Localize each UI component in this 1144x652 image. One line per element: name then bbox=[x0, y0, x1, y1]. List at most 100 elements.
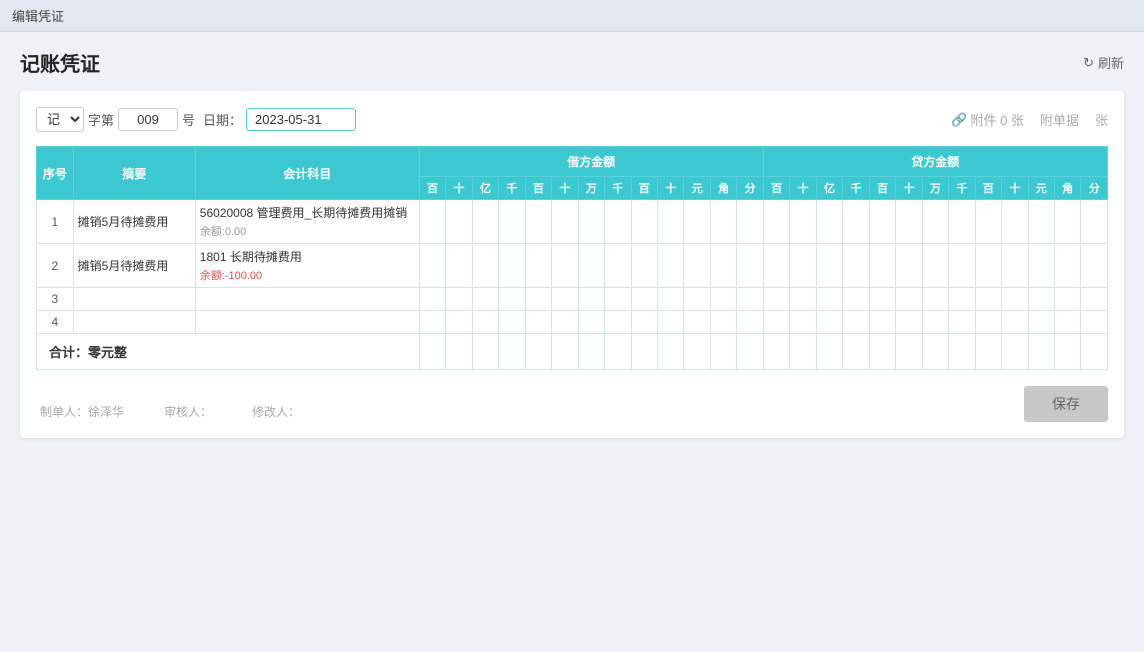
row-1-credit-5[interactable] bbox=[896, 244, 922, 288]
row-2-credit-1[interactable] bbox=[790, 288, 816, 311]
row-3-debit-2[interactable] bbox=[472, 311, 498, 334]
row-3-debit-4[interactable] bbox=[525, 311, 551, 334]
row-0-debit-8[interactable] bbox=[631, 200, 657, 244]
row-2-credit-10[interactable] bbox=[1028, 288, 1054, 311]
row-2-debit-3[interactable] bbox=[499, 288, 525, 311]
row-3-credit-4[interactable] bbox=[869, 311, 895, 334]
row-3-credit-12[interactable] bbox=[1081, 311, 1108, 334]
row-3-debit-8[interactable] bbox=[631, 311, 657, 334]
save-button[interactable]: 保存 bbox=[1024, 386, 1108, 422]
row-2-credit-3[interactable] bbox=[843, 288, 869, 311]
row-2-credit-5[interactable] bbox=[896, 288, 922, 311]
row-3-account[interactable] bbox=[195, 311, 419, 334]
row-2-debit-11[interactable] bbox=[710, 288, 736, 311]
row-3-credit-11[interactable] bbox=[1055, 311, 1081, 334]
row-0-account[interactable]: 56020008 管理费用_长期待摊费用摊销余额:0.00 bbox=[195, 200, 419, 244]
row-2-debit-2[interactable] bbox=[472, 288, 498, 311]
row-3-credit-7[interactable] bbox=[949, 311, 975, 334]
row-3-debit-9[interactable] bbox=[657, 311, 683, 334]
row-0-credit-7[interactable] bbox=[949, 200, 975, 244]
row-2-credit-6[interactable] bbox=[922, 288, 948, 311]
row-1-account[interactable]: 1801 长期待摊费用余额:-100.00 bbox=[195, 244, 419, 288]
row-3-debit-0[interactable] bbox=[419, 311, 445, 334]
row-2-debit-5[interactable] bbox=[552, 288, 578, 311]
row-3-credit-1[interactable] bbox=[790, 311, 816, 334]
row-1-debit-7[interactable] bbox=[605, 244, 631, 288]
row-2-credit-2[interactable] bbox=[816, 288, 842, 311]
row-3-credit-9[interactable] bbox=[1002, 311, 1028, 334]
voucher-type-select[interactable]: 记 bbox=[36, 107, 84, 132]
row-3-debit-3[interactable] bbox=[499, 311, 525, 334]
row-3-credit-8[interactable] bbox=[975, 311, 1001, 334]
row-0-credit-5[interactable] bbox=[896, 200, 922, 244]
row-2-credit-9[interactable] bbox=[1002, 288, 1028, 311]
row-2-credit-11[interactable] bbox=[1055, 288, 1081, 311]
row-2-debit-10[interactable] bbox=[684, 288, 710, 311]
row-0-debit-3[interactable] bbox=[499, 200, 525, 244]
row-2-debit-6[interactable] bbox=[578, 288, 604, 311]
row-1-credit-6[interactable] bbox=[922, 244, 948, 288]
row-0-debit-11[interactable] bbox=[710, 200, 736, 244]
row-1-debit-12[interactable] bbox=[737, 244, 763, 288]
row-3-credit-5[interactable] bbox=[896, 311, 922, 334]
row-0-credit-2[interactable] bbox=[816, 200, 842, 244]
row-0-debit-4[interactable] bbox=[525, 200, 551, 244]
row-1-debit-2[interactable] bbox=[472, 244, 498, 288]
row-0-credit-4[interactable] bbox=[869, 200, 895, 244]
row-3-debit-5[interactable] bbox=[552, 311, 578, 334]
row-1-credit-4[interactable] bbox=[869, 244, 895, 288]
row-1-debit-8[interactable] bbox=[631, 244, 657, 288]
row-3-credit-2[interactable] bbox=[816, 311, 842, 334]
row-0-credit-6[interactable] bbox=[922, 200, 948, 244]
row-2-credit-7[interactable] bbox=[949, 288, 975, 311]
row-0-debit-1[interactable] bbox=[446, 200, 472, 244]
row-2-credit-12[interactable] bbox=[1081, 288, 1108, 311]
row-3-debit-7[interactable] bbox=[605, 311, 631, 334]
row-1-debit-9[interactable] bbox=[657, 244, 683, 288]
refresh-button[interactable]: ↻ 刷新 bbox=[1083, 53, 1124, 72]
row-1-debit-4[interactable] bbox=[525, 244, 551, 288]
row-3-credit-3[interactable] bbox=[843, 311, 869, 334]
row-1-debit-1[interactable] bbox=[446, 244, 472, 288]
row-1-credit-8[interactable] bbox=[975, 244, 1001, 288]
row-0-credit-0[interactable] bbox=[763, 200, 789, 244]
row-0-credit-8[interactable] bbox=[975, 200, 1001, 244]
row-1-credit-3[interactable] bbox=[843, 244, 869, 288]
row-2-debit-4[interactable] bbox=[525, 288, 551, 311]
row-2-credit-4[interactable] bbox=[869, 288, 895, 311]
row-2-debit-9[interactable] bbox=[657, 288, 683, 311]
row-1-debit-6[interactable] bbox=[578, 244, 604, 288]
row-3-credit-10[interactable] bbox=[1028, 311, 1054, 334]
row-2-debit-1[interactable] bbox=[446, 288, 472, 311]
row-1-credit-11[interactable] bbox=[1055, 244, 1081, 288]
row-3-debit-1[interactable] bbox=[446, 311, 472, 334]
row-2-debit-0[interactable] bbox=[419, 288, 445, 311]
row-3-summary[interactable] bbox=[73, 311, 195, 334]
row-2-credit-0[interactable] bbox=[763, 288, 789, 311]
row-2-credit-8[interactable] bbox=[975, 288, 1001, 311]
row-1-credit-9[interactable] bbox=[1002, 244, 1028, 288]
row-3-debit-11[interactable] bbox=[710, 311, 736, 334]
row-3-debit-10[interactable] bbox=[684, 311, 710, 334]
row-0-debit-9[interactable] bbox=[657, 200, 683, 244]
row-0-credit-10[interactable] bbox=[1028, 200, 1054, 244]
row-0-debit-0[interactable] bbox=[419, 200, 445, 244]
row-1-credit-1[interactable] bbox=[790, 244, 816, 288]
row-1-credit-2[interactable] bbox=[816, 244, 842, 288]
row-2-debit-8[interactable] bbox=[631, 288, 657, 311]
row-1-debit-5[interactable] bbox=[552, 244, 578, 288]
row-2-debit-7[interactable] bbox=[605, 288, 631, 311]
row-1-debit-10[interactable] bbox=[684, 244, 710, 288]
row-1-debit-3[interactable] bbox=[499, 244, 525, 288]
row-2-summary[interactable] bbox=[73, 288, 195, 311]
voucher-number-input[interactable] bbox=[118, 108, 178, 131]
row-0-credit-1[interactable] bbox=[790, 200, 816, 244]
row-3-credit-0[interactable] bbox=[763, 311, 789, 334]
row-2-account[interactable] bbox=[195, 288, 419, 311]
row-0-credit-9[interactable] bbox=[1002, 200, 1028, 244]
date-input[interactable] bbox=[246, 108, 356, 131]
row-0-debit-10[interactable] bbox=[684, 200, 710, 244]
row-0-credit-3[interactable] bbox=[843, 200, 869, 244]
row-1-credit-12[interactable] bbox=[1081, 244, 1108, 288]
row-0-credit-12[interactable] bbox=[1081, 200, 1108, 244]
